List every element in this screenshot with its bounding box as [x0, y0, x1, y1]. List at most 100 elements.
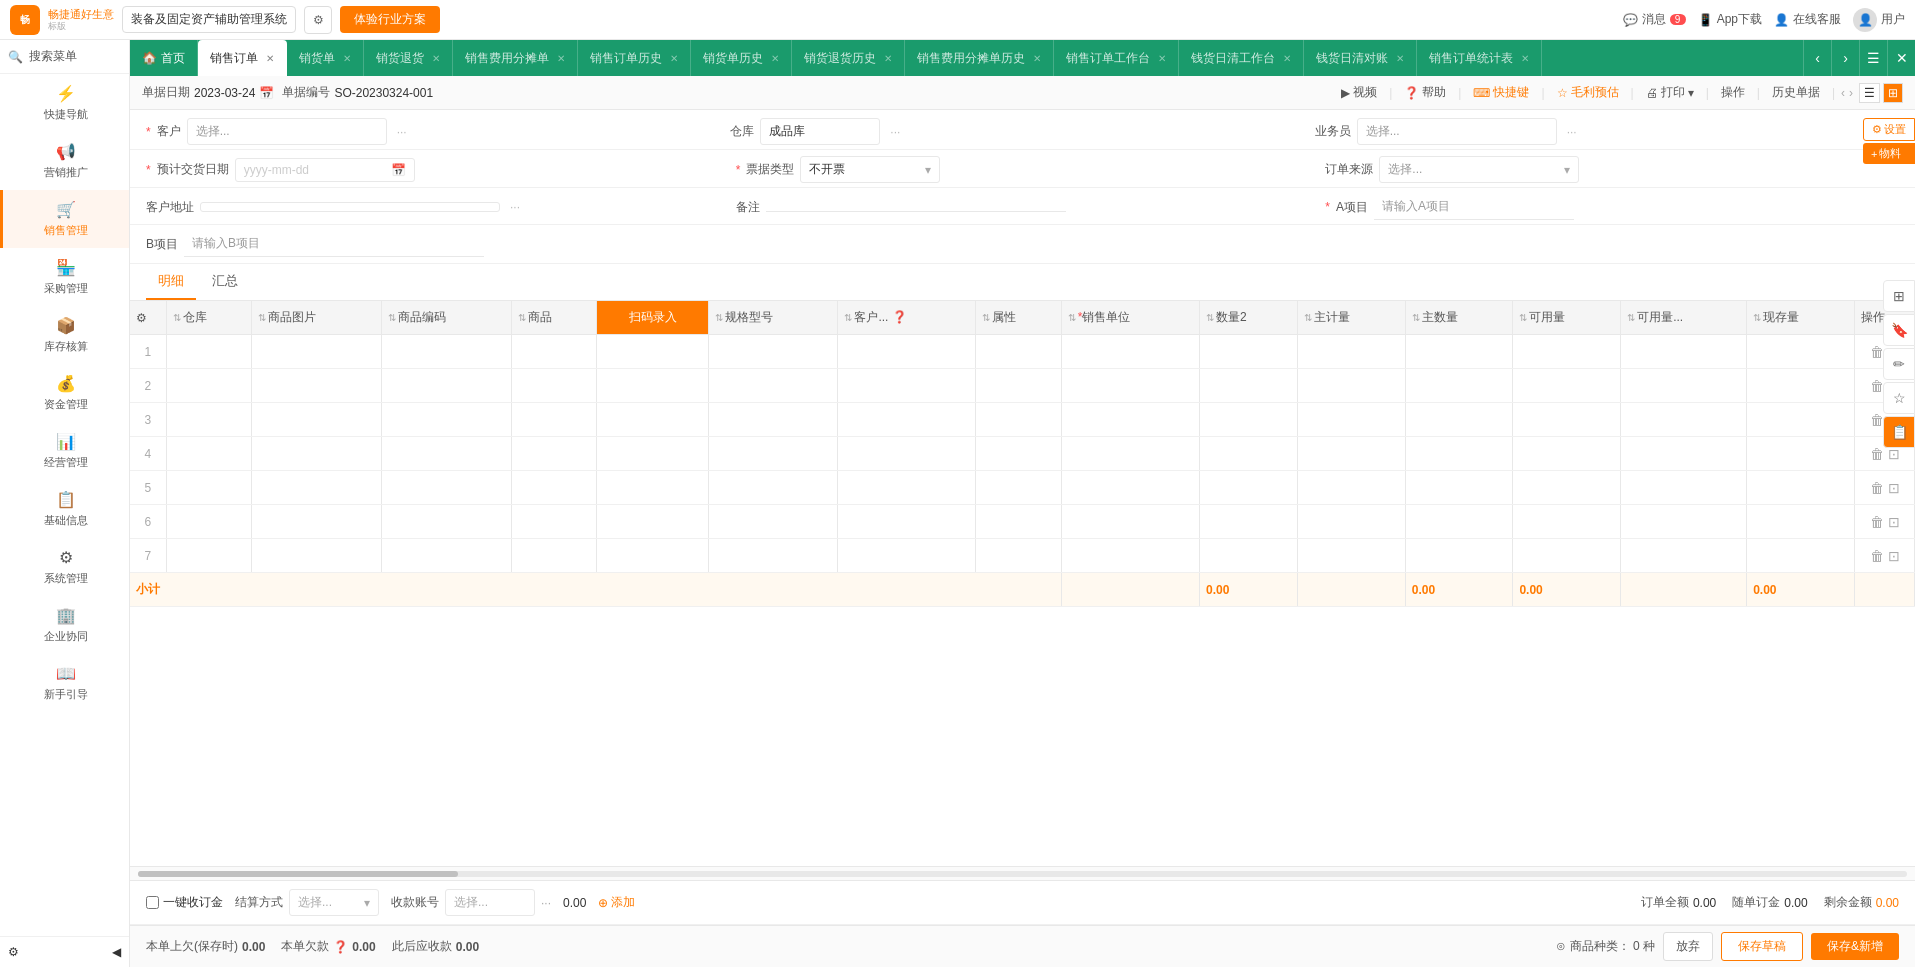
float-btn-4[interactable]: ☆	[1883, 382, 1915, 414]
a-project-input[interactable]: 请输入A项目	[1374, 194, 1574, 220]
tab-sales-stats[interactable]: 销售订单统计表 ✕	[1417, 40, 1542, 76]
tab-close-icon[interactable]: ✕	[266, 53, 274, 64]
tab-sales-goods[interactable]: 销货单 ✕	[287, 40, 364, 76]
tab-goods-history[interactable]: 销货单历史 ✕	[691, 40, 792, 76]
one-click-checkbox[interactable]	[146, 896, 159, 909]
page-prev-icon[interactable]: ‹	[1841, 86, 1845, 100]
order-source-select[interactable]: 选择... ▾	[1379, 156, 1579, 183]
tab-close-expense-history-icon[interactable]: ✕	[1033, 53, 1041, 64]
industry-button[interactable]: 体验行业方案	[340, 6, 440, 33]
tab-next-button[interactable]: ›	[1831, 40, 1859, 76]
warehouse-input[interactable]: 成品库	[760, 118, 880, 145]
sidebar-item-system[interactable]: ⚙ 系统管理	[0, 538, 129, 596]
tab-cash-workbench[interactable]: 钱货日清工作台 ✕	[1179, 40, 1304, 76]
list-view-icon[interactable]: ☰	[1859, 83, 1880, 103]
settings-panel-btn[interactable]: ⚙ 设置	[1863, 118, 1915, 141]
print-btn[interactable]: 🖨 打印 ▾	[1640, 82, 1700, 103]
row-delete-icon[interactable]: 🗑	[1870, 446, 1884, 462]
history-btn[interactable]: 历史单据	[1766, 82, 1826, 103]
tab-detail[interactable]: 明细	[146, 264, 196, 300]
tab-close-sales-expense-icon[interactable]: ✕	[557, 53, 565, 64]
save-new-button[interactable]: 保存&新增	[1811, 933, 1899, 960]
calendar-icon[interactable]: 📅	[259, 86, 274, 100]
row-delete-icon[interactable]: 🗑	[1870, 480, 1884, 496]
sidebar-settings-icon[interactable]: ⚙	[8, 945, 19, 959]
th-barcode[interactable]: 扫码录入	[597, 301, 708, 335]
discard-button[interactable]: 放弃	[1663, 932, 1713, 961]
app-download-item[interactable]: 📱 App下载	[1698, 11, 1762, 28]
tab-cash-reconcile[interactable]: 钱货日清对账 ✕	[1304, 40, 1417, 76]
system-name[interactable]: 装备及固定资产辅助管理系统	[122, 6, 296, 33]
delivery-date-input[interactable]: yyyy-mm-dd 📅	[235, 158, 415, 182]
online-service-item[interactable]: 👤 在线客服	[1774, 11, 1841, 28]
tab-close-sales-stats-icon[interactable]: ✕	[1521, 53, 1529, 64]
float-btn-2[interactable]: 🔖	[1883, 314, 1915, 346]
tab-prev-button[interactable]: ‹	[1803, 40, 1831, 76]
customer-input[interactable]: 选择...	[187, 118, 387, 145]
tab-close-sales-return-icon[interactable]: ✕	[432, 53, 440, 64]
scrollbar-thumb[interactable]	[138, 871, 458, 877]
row-delete-icon[interactable]: 🗑	[1870, 344, 1884, 360]
tab-sales-order-history[interactable]: 销售订单历史 ✕	[578, 40, 691, 76]
horizontal-scrollbar[interactable]	[130, 866, 1915, 880]
staff-input[interactable]: 选择...	[1357, 118, 1557, 145]
sidebar-collapse-icon[interactable]: ◀	[112, 945, 121, 959]
save-draft-button[interactable]: 保存草稿	[1721, 932, 1803, 961]
tab-sales-expense[interactable]: 销售费用分摊单 ✕	[453, 40, 578, 76]
tab-sales-order[interactable]: 销售订单 ✕	[198, 40, 287, 76]
profit-btn[interactable]: ☆ 毛利预估	[1551, 82, 1625, 103]
invoice-type-select[interactable]: 不开票 ▾	[800, 156, 940, 183]
row-delete-icon[interactable]: 🗑	[1870, 378, 1884, 394]
tab-return-history[interactable]: 销货退货历史 ✕	[792, 40, 905, 76]
sidebar-item-sales[interactable]: 🛒 销售管理	[0, 190, 129, 248]
sidebar-item-marketing[interactable]: 📢 营销推广	[0, 132, 129, 190]
row-copy-icon[interactable]: ⊡	[1888, 548, 1900, 564]
tab-close-all-button[interactable]: ✕	[1887, 40, 1915, 76]
float-btn-3[interactable]: ✏	[1883, 348, 1915, 380]
help-btn[interactable]: ❓ 帮助	[1398, 82, 1452, 103]
warehouse-more-icon[interactable]: ···	[890, 125, 900, 139]
add-material-btn[interactable]: + 物料	[1863, 143, 1915, 164]
row-copy-icon[interactable]: ⊡	[1888, 480, 1900, 496]
sidebar-item-inventory[interactable]: 📦 库存核算	[0, 306, 129, 364]
tab-home[interactable]: 🏠 首页	[130, 40, 198, 76]
grid-view-icon[interactable]: ⊞	[1883, 83, 1903, 103]
operation-btn[interactable]: 操作	[1715, 82, 1751, 103]
row-delete-icon[interactable]: 🗑	[1870, 514, 1884, 530]
sidebar-item-base-info[interactable]: 📋 基础信息	[0, 480, 129, 538]
customer-more-icon[interactable]: ···	[397, 125, 407, 139]
sidebar-item-enterprise[interactable]: 🏢 企业协同	[0, 596, 129, 654]
tab-close-sales-goods-icon[interactable]: ✕	[343, 53, 351, 64]
sidebar-item-finance[interactable]: 💰 资金管理	[0, 364, 129, 422]
tab-close-cash-reconcile-icon[interactable]: ✕	[1396, 53, 1404, 64]
customer-address-input[interactable]	[200, 202, 500, 212]
notes-input[interactable]	[766, 203, 1066, 212]
tab-close-cash-workbench-icon[interactable]: ✕	[1283, 53, 1291, 64]
page-next-icon[interactable]: ›	[1849, 86, 1853, 100]
settlement-select[interactable]: 选择... ▾	[289, 889, 379, 916]
tab-close-order-workbench-icon[interactable]: ✕	[1158, 53, 1166, 64]
tab-menu-button[interactable]: ☰	[1859, 40, 1887, 76]
sidebar-search[interactable]: 🔍 搜索菜单	[0, 40, 129, 74]
tab-close-goods-history-icon[interactable]: ✕	[771, 53, 779, 64]
shortcut-btn[interactable]: ⌨ 快捷键	[1467, 82, 1535, 103]
tab-close-order-history-icon[interactable]: ✕	[670, 53, 678, 64]
tab-sales-return[interactable]: 销货退货 ✕	[364, 40, 453, 76]
tab-close-return-history-icon[interactable]: ✕	[884, 53, 892, 64]
row-copy-icon[interactable]: ⊡	[1888, 514, 1900, 530]
view-btn[interactable]: ▶ 视频	[1335, 82, 1383, 103]
b-project-input[interactable]: 请输入B项目	[184, 231, 484, 257]
one-click-payment-checkbox[interactable]: 一键收订金	[146, 894, 223, 911]
settings-button[interactable]: ⚙	[304, 6, 332, 34]
float-btn-5[interactable]: 📋	[1883, 416, 1915, 448]
sidebar-item-quick-nav[interactable]: ⚡ 快捷导航	[0, 74, 129, 132]
tab-expense-history[interactable]: 销售费用分摊单历史 ✕	[905, 40, 1054, 76]
tab-summary[interactable]: 汇总	[200, 264, 250, 300]
sidebar-item-purchase[interactable]: 🏪 采购管理	[0, 248, 129, 306]
float-btn-1[interactable]: ⊞	[1883, 280, 1915, 312]
row-delete-icon[interactable]: 🗑	[1870, 412, 1884, 428]
receipt-no-select[interactable]: 选择...	[445, 889, 535, 916]
user-item[interactable]: 👤 用户	[1853, 8, 1905, 32]
add-payment-btn[interactable]: ⊕ 添加	[598, 894, 635, 911]
address-more-icon[interactable]: ···	[510, 200, 520, 214]
